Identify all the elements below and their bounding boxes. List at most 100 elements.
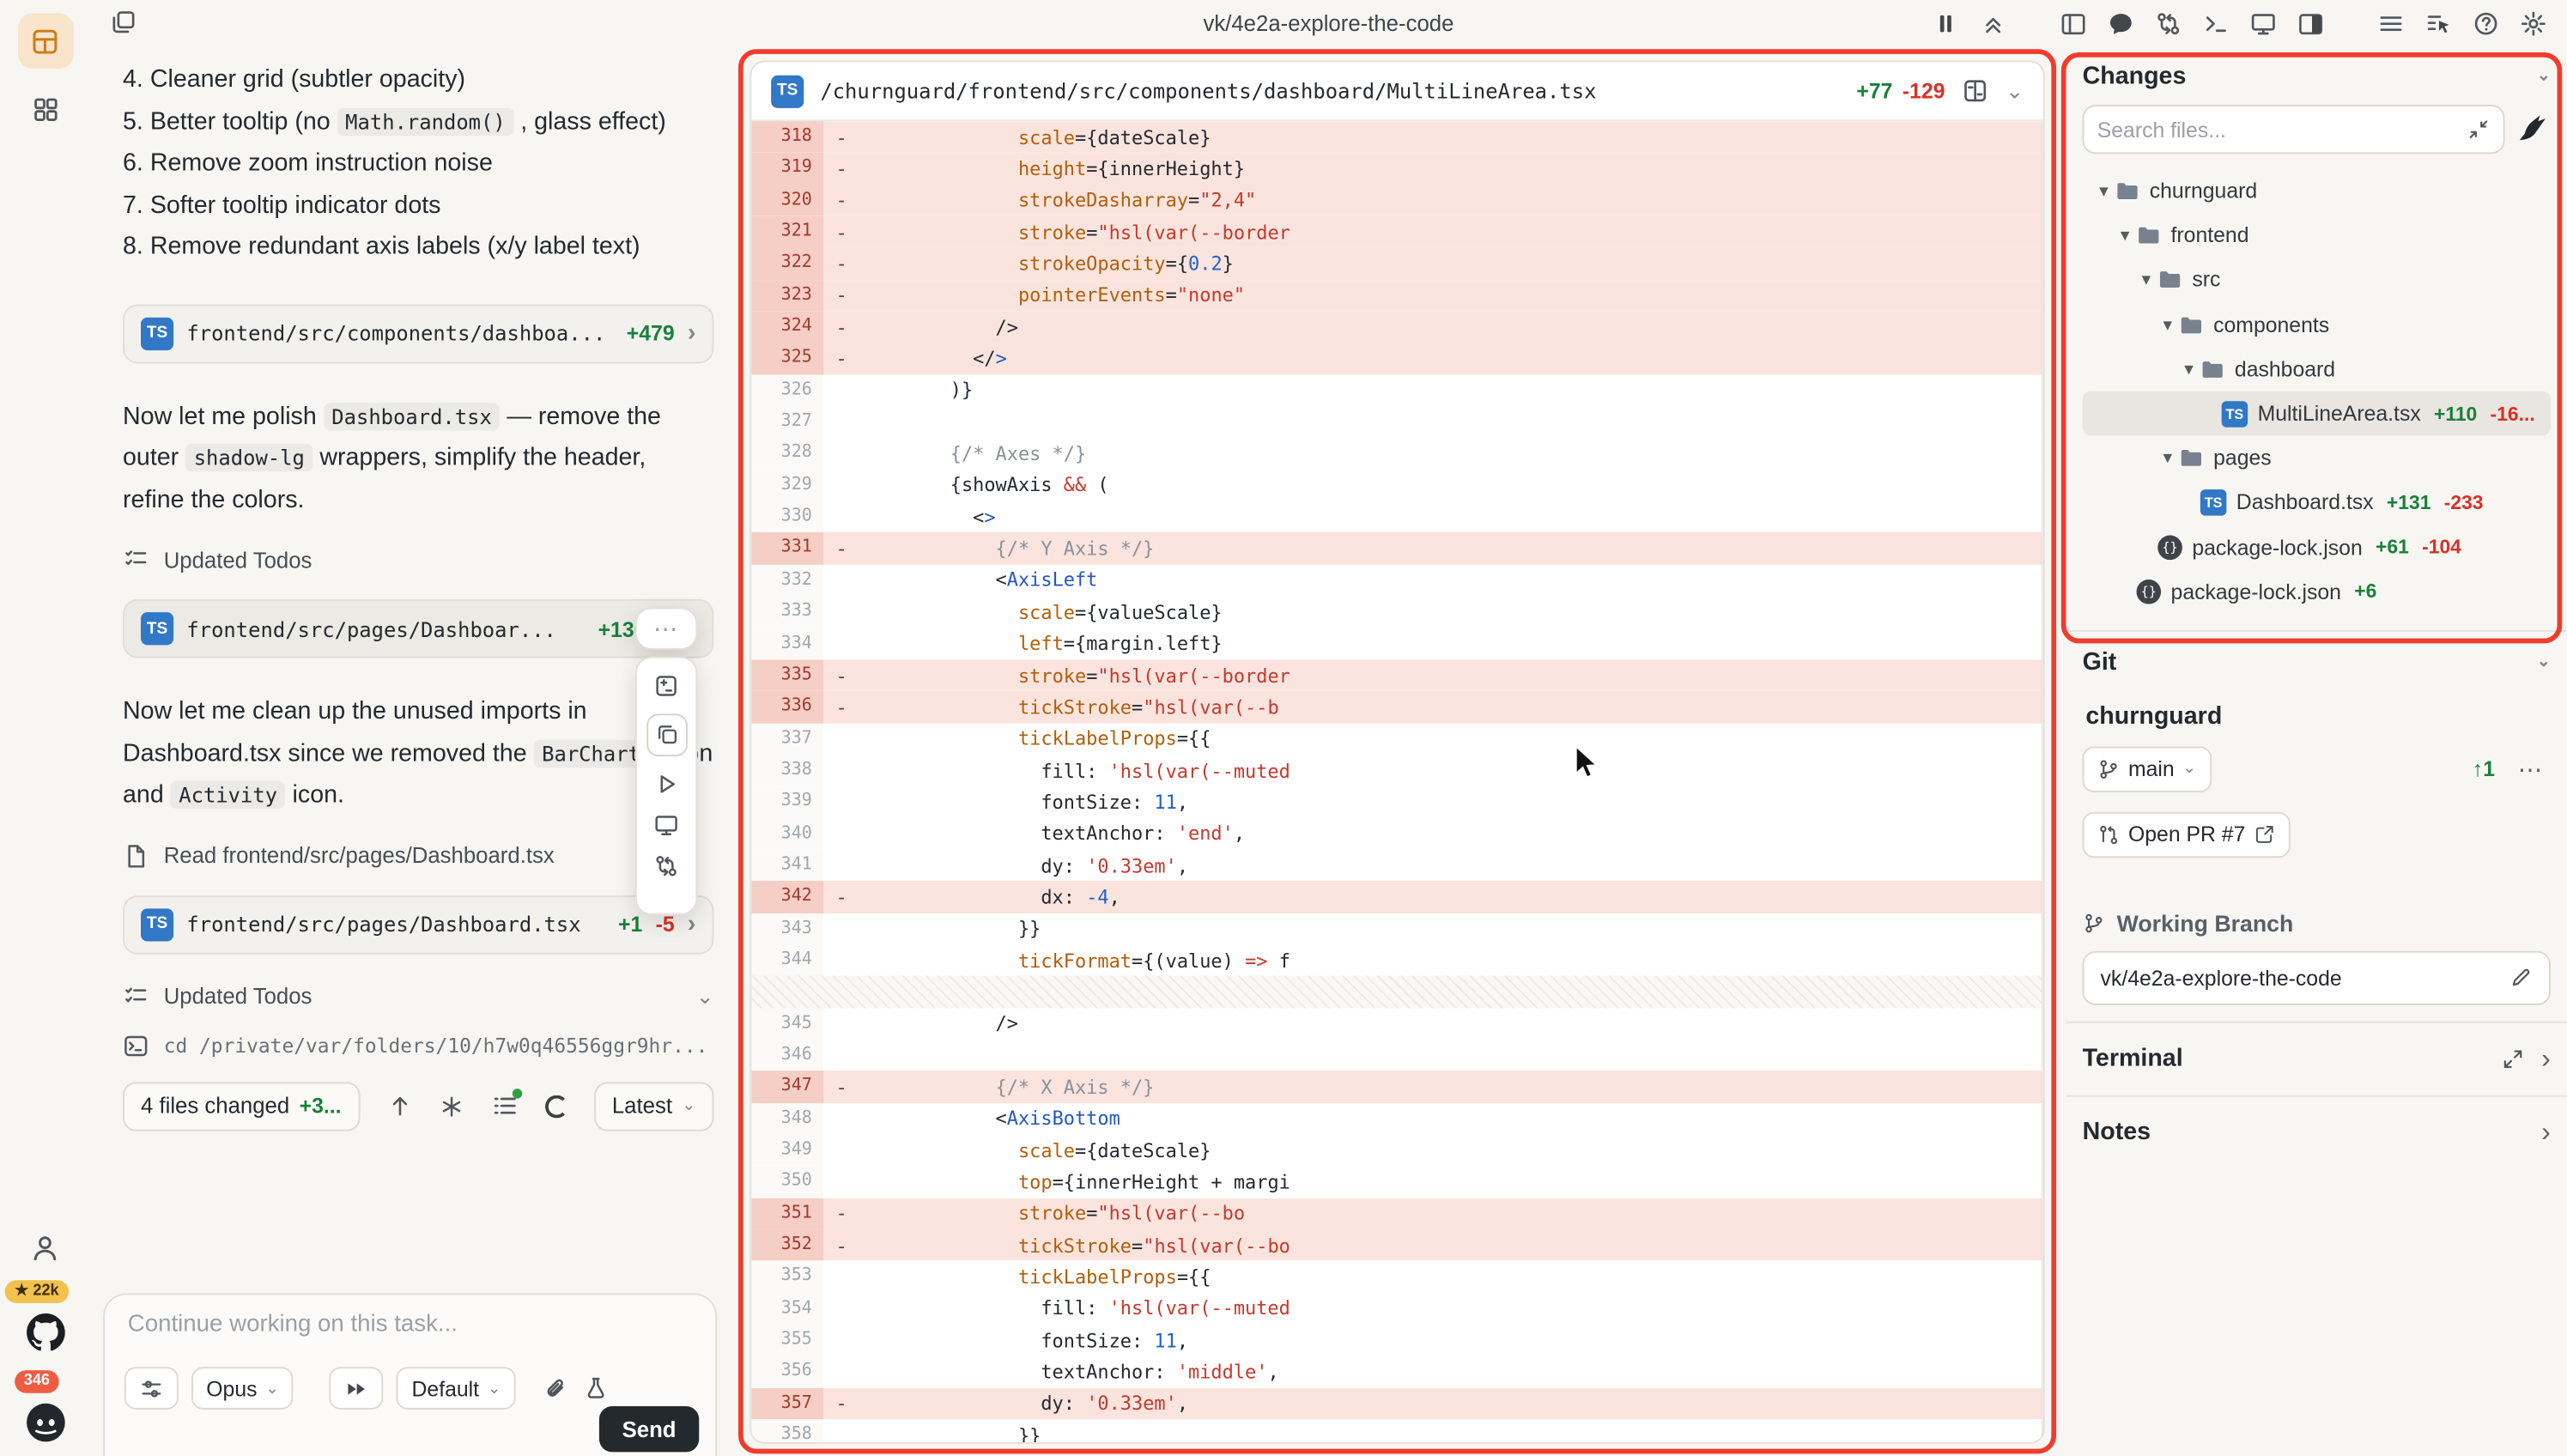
line-number: 356 <box>751 1356 823 1388</box>
flask-icon[interactable] <box>583 1375 610 1402</box>
workspace-grid-button[interactable] <box>17 13 73 69</box>
git-compare-icon[interactable] <box>2154 9 2182 36</box>
settings-sliders-button[interactable] <box>124 1367 179 1410</box>
asterisk-icon[interactable] <box>439 1093 464 1119</box>
monitor-icon[interactable] <box>2249 9 2277 36</box>
file-change-chip-dashboard-components[interactable]: TS frontend/src/components/dashboa... +4… <box>123 304 713 363</box>
terminal-command-row[interactable]: cd /private/var/folders/10/h7w0q46556ggr… <box>123 1032 713 1059</box>
diff-row: 349 scale={dateScale}329 scale={dateScal… <box>751 1134 2043 1166</box>
diff-line: 358 }} <box>751 1419 2043 1443</box>
tree-file-MultiLineArea.tsx[interactable]: TSMultiLineArea.tsx+110-16... <box>2083 391 2551 436</box>
chevron-right-icon[interactable]: › <box>2541 1042 2551 1075</box>
read-file-row[interactable]: Read frontend/src/pages/Dashboard.tsx <box>123 842 713 869</box>
ahead-count[interactable]: ↑1 <box>2473 757 2495 782</box>
play-icon[interactable] <box>653 771 680 798</box>
file-search[interactable] <box>2083 105 2505 154</box>
branch-select[interactable]: main ⌄ <box>2083 746 2212 792</box>
chip-more-menu[interactable]: ⋯ <box>635 607 697 650</box>
line-number: 318 <box>751 121 823 153</box>
code-text: <> <box>859 506 2042 529</box>
working-branch-field[interactable] <box>2083 951 2551 1005</box>
chevron-down-icon[interactable]: ⌄ <box>696 983 714 1010</box>
tree-folder-components[interactable]: ▾components <box>2083 302 2551 347</box>
more-options-icon[interactable]: ⋯ <box>2518 755 2545 784</box>
open-pr-button[interactable]: Open PR #7 <box>2083 812 2290 858</box>
updated-todos-row[interactable]: Updated Todos <box>123 547 713 573</box>
pencil-icon[interactable] <box>2509 967 2533 990</box>
tree-folder-src[interactable]: ▾src <box>2083 258 2551 302</box>
terminal-section-header[interactable]: Terminal › <box>2066 1022 2567 1095</box>
tree-file-package-lock.json[interactable]: {}package-lock.json+6 <box>2083 569 2551 614</box>
settings-icon[interactable] <box>2520 9 2547 36</box>
chevron-right-icon[interactable]: › <box>2541 1116 2551 1149</box>
diff-icon[interactable] <box>653 673 680 700</box>
cursor-menu-icon[interactable] <box>2424 9 2452 36</box>
chevron-down-icon[interactable]: ⌄ <box>2537 67 2551 85</box>
help-icon[interactable] <box>2472 9 2499 36</box>
tree-folder-dashboard[interactable]: ▾dashboard <box>2083 347 2551 391</box>
todo-status-icon[interactable] <box>491 1091 519 1120</box>
board-view-button[interactable] <box>17 82 73 137</box>
diff-row: 341 dy: '0.33em',321 dy: '0.33em', <box>751 849 2043 881</box>
mode-select[interactable]: Default ⌄ <box>397 1367 515 1410</box>
file-label: churnguard <box>2150 179 2257 203</box>
panel-right-icon[interactable] <box>2297 9 2324 36</box>
code-text: pointerEvents="none" <box>859 284 2042 307</box>
version-select[interactable]: Latest ⌄ <box>594 1082 714 1131</box>
menu-icon[interactable] <box>2377 9 2405 36</box>
diff-line: 336- tickStroke="hsl(var(--b <box>751 691 2043 723</box>
github-icon[interactable] <box>17 1304 73 1360</box>
tree-file-package-lock.json[interactable]: {}package-lock.json+61-104 <box>2083 525 2551 569</box>
fast-forward-button[interactable] <box>330 1367 384 1410</box>
git-compare-icon[interactable] <box>653 852 680 879</box>
monitor-icon[interactable] <box>653 812 680 839</box>
terminal-icon[interactable] <box>2202 9 2230 36</box>
tree-folder-frontend[interactable]: ▾frontend <box>2083 213 2551 258</box>
expand-icon[interactable] <box>2502 1047 2525 1071</box>
line-number: 322 <box>751 248 823 280</box>
chevron-down-icon: ▾ <box>2092 180 2115 202</box>
code-text: fill: 'hsl(var(--muted <box>859 1297 2042 1320</box>
diff-row: 345 />326 /> <box>751 1008 2043 1040</box>
updated-todos-row-2[interactable]: Updated Todos ⌄ <box>123 983 713 1010</box>
send-button[interactable]: Send <box>599 1406 699 1452</box>
diff-panel: TS /churnguard/frontend/src/components/d… <box>749 61 2044 1444</box>
files-changed-button[interactable]: 4 files changed +3... <box>123 1082 360 1131</box>
collapse-up-icon[interactable] <box>1979 9 2006 36</box>
removed-count: -233 <box>2444 491 2484 514</box>
collapse-tree-icon[interactable] <box>2467 118 2491 141</box>
working-branch-input[interactable] <box>2101 966 2500 991</box>
tree-folder-pages[interactable]: ▾pages <box>2083 435 2551 480</box>
bird-icon[interactable] <box>2516 112 2551 147</box>
line-number: 341 <box>751 849 823 881</box>
chevron-down-icon: ▾ <box>2135 270 2158 291</box>
file-change-chip-dashboard[interactable]: TS frontend/src/pages/Dashboard.tsx +1 -… <box>123 895 713 954</box>
chat-bubble-icon[interactable] <box>2107 9 2134 36</box>
search-input[interactable] <box>2097 117 2458 142</box>
code-text: /> <box>859 316 2042 339</box>
file-label: components <box>2213 312 2329 337</box>
panel-left-icon[interactable] <box>2060 9 2087 36</box>
notes-section-header[interactable]: Notes › <box>2066 1095 2567 1168</box>
discord-icon[interactable] <box>17 1394 73 1450</box>
model-select[interactable]: Opus ⌄ <box>191 1367 294 1410</box>
file-change-chip-dashboard-pages[interactable]: TS frontend/src/pages/Dashboar... +130 -… <box>123 599 713 658</box>
chevron-down-icon[interactable]: ⌄ <box>2006 78 2024 105</box>
diff-line: 326 )} <box>751 374 2043 406</box>
document-icon <box>123 842 149 869</box>
copy-button[interactable] <box>646 713 687 756</box>
diff-view-toggle-icon[interactable] <box>1962 77 1989 105</box>
message-input[interactable] <box>128 1311 693 1338</box>
diff-body[interactable]: 318- scale={dateScale}319- height={inner… <box>751 121 2043 1444</box>
diff-line: 347- {/* X Axis */} <box>751 1071 2043 1103</box>
tree-file-Dashboard.tsx[interactable]: TSDashboard.tsx+131-233 <box>2083 480 2551 525</box>
tree-folder-churnguard[interactable]: ▾ churnguard <box>2083 168 2551 213</box>
upload-icon[interactable] <box>385 1092 413 1119</box>
diff-row: 327308 <box>751 406 2043 438</box>
checklist-icon <box>123 547 149 573</box>
pause-icon[interactable] <box>1932 9 1959 36</box>
attachment-icon[interactable] <box>542 1374 569 1402</box>
diff-line: 328 {/* Axes */} <box>751 438 2043 470</box>
account-button[interactable] <box>17 1221 73 1277</box>
chevron-down-icon[interactable]: ⌄ <box>2537 653 2551 671</box>
